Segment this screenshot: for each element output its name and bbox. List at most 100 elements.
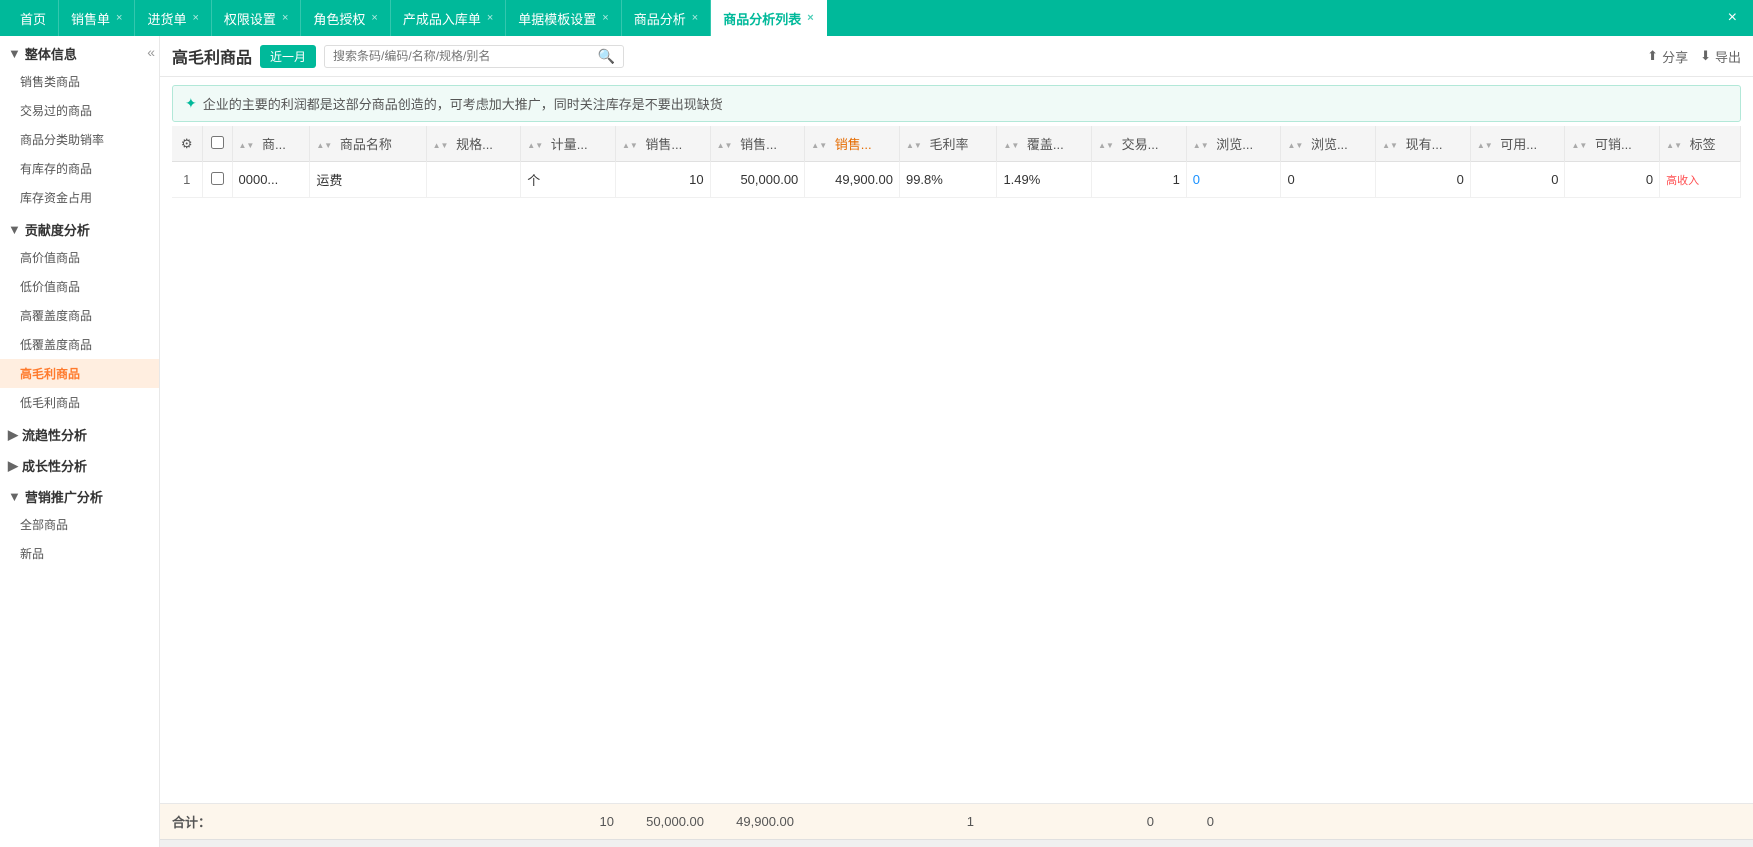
info-banner: ✦ 企业的主要的利润都是这部分商品创造的，可考虑加大推广，同时关注库存是不要出现… <box>172 85 1741 122</box>
share-icon: ⬆ <box>1647 48 1658 64</box>
sidebar-item-low-coverage[interactable]: 低覆盖度商品 <box>0 330 159 359</box>
sidebar-item-category-rate[interactable]: 商品分类助销率 <box>0 125 159 154</box>
sidebar-group-contribution[interactable]: ▼ 贡献度分析 <box>0 212 159 243</box>
nav-tab-product-inbound[interactable]: 产成品入库单 × <box>391 0 506 36</box>
window-close-btn[interactable]: × <box>1720 9 1745 27</box>
sidebar-group-trend[interactable]: ▶ 流趋性分析 <box>0 417 159 448</box>
row-coverage: 1.49% <box>997 162 1092 198</box>
col-sales-qty[interactable]: ▲▼ 销售... <box>615 126 710 162</box>
sidebar-item-stock-capital[interactable]: 库存资金占用 <box>0 183 159 212</box>
close-role-tab[interactable]: × <box>371 12 377 24</box>
col-sales-amount[interactable]: ▲▼ 销售... <box>710 126 805 162</box>
sort-coverage-icon: ▲▼ <box>1003 141 1019 150</box>
close-purchase-tab[interactable]: × <box>192 12 198 24</box>
close-product-inbound-tab[interactable]: × <box>487 12 493 24</box>
sort-view2-icon: ▲▼ <box>1287 141 1303 150</box>
sort-transaction-icon: ▲▼ <box>1098 141 1114 150</box>
sidebar-item-new-goods[interactable]: 新品 <box>0 539 159 568</box>
sidebar-item-low-value[interactable]: 低价值商品 <box>0 272 159 301</box>
select-all-checkbox[interactable] <box>211 136 224 149</box>
sort-gross-margin-icon: ▲▼ <box>906 141 922 150</box>
sort-unit-icon: ▲▼ <box>527 141 543 150</box>
footer-sales-amount: 50,000.00 <box>620 814 710 829</box>
content-header: 高毛利商品 近一月 🔍 ⬆ 分享 ⬇ 导出 <box>160 36 1753 77</box>
col-available-stock[interactable]: ▲▼ 可用... <box>1470 126 1565 162</box>
top-nav: 首页 销售单 × 进货单 × 权限设置 × 角色授权 × 产成品入库单 × 单据… <box>0 0 1753 36</box>
col-code[interactable]: ▲▼ 商... <box>232 126 310 162</box>
col-view1[interactable]: ▲▼ 浏览... <box>1186 126 1281 162</box>
row-sales-cost: 49,900.00 <box>805 162 900 198</box>
row-spec <box>426 162 521 198</box>
col-tag[interactable]: ▲▼ 标签 <box>1660 126 1741 162</box>
col-coverage[interactable]: ▲▼ 覆盖... <box>997 126 1092 162</box>
close-analysis-list-tab[interactable]: × <box>807 12 813 24</box>
growth-arrow-icon: ▶ <box>8 458 18 474</box>
col-checkbox <box>202 126 232 162</box>
footer-sales-qty: 10 <box>570 814 620 829</box>
close-permission-tab[interactable]: × <box>282 12 288 24</box>
sidebar-group-overview[interactable]: ▼ 整体信息 <box>0 36 159 67</box>
sort-available-stock-icon: ▲▼ <box>1477 141 1493 150</box>
row-sales-amount: 50,000.00 <box>710 162 805 198</box>
sidebar-item-traded-goods[interactable]: 交易过的商品 <box>0 96 159 125</box>
col-view2[interactable]: ▲▼ 浏览... <box>1281 126 1376 162</box>
col-name[interactable]: ▲▼ 商品名称 <box>310 126 426 162</box>
col-settings[interactable]: ⚙ <box>172 126 202 162</box>
row-view1[interactable]: 0 <box>1186 162 1281 198</box>
nav-tab-role[interactable]: 角色授权 × <box>301 0 390 36</box>
nav-tab-permission[interactable]: 权限设置 × <box>212 0 301 36</box>
row-unit: 个 <box>521 162 616 198</box>
nav-tab-sales[interactable]: 销售单 × <box>59 0 135 36</box>
sort-current-stock-icon: ▲▼ <box>1382 141 1398 150</box>
period-button[interactable]: 近一月 <box>260 45 316 68</box>
col-current-stock[interactable]: ▲▼ 现有... <box>1376 126 1471 162</box>
bottom-scrollbar[interactable] <box>160 839 1753 847</box>
nav-tab-analysis[interactable]: 商品分析 × <box>622 0 711 36</box>
search-input[interactable] <box>333 49 598 63</box>
nav-tab-template[interactable]: 单据模板设置 × <box>506 0 621 36</box>
export-icon: ⬇ <box>1700 48 1711 64</box>
col-spec[interactable]: ▲▼ 规格... <box>426 126 521 162</box>
sort-sales-qty-icon: ▲▼ <box>622 141 638 150</box>
sidebar-group-growth[interactable]: ▶ 成长性分析 <box>0 448 159 479</box>
row-view2: 0 <box>1281 162 1376 198</box>
close-template-tab[interactable]: × <box>602 12 608 24</box>
sidebar-item-all-goods[interactable]: 全部商品 <box>0 510 159 539</box>
share-button[interactable]: ⬆ 分享 <box>1647 47 1688 66</box>
col-gross-margin[interactable]: ▲▼ 毛利率 <box>899 126 996 162</box>
col-sales-cost[interactable]: ▲▼ 销售... <box>805 126 900 162</box>
close-analysis-tab[interactable]: × <box>692 12 698 24</box>
table-header-row: ⚙ ▲▼ 商... ▲▼ 商品名称 <box>172 126 1741 162</box>
overview-arrow-icon: ▼ <box>8 46 21 61</box>
col-transaction[interactable]: ▲▼ 交易... <box>1092 126 1187 162</box>
nav-tab-analysis-list[interactable]: 商品分析列表 × <box>711 0 826 36</box>
row-saleable-stock: 0 <box>1565 162 1660 198</box>
table-wrapper: ⚙ ▲▼ 商... ▲▼ 商品名称 <box>160 126 1753 803</box>
col-saleable-stock[interactable]: ▲▼ 可销... <box>1565 126 1660 162</box>
contribution-arrow-icon: ▼ <box>8 222 21 237</box>
sidebar-group-marketing[interactable]: ▼ 营销推广分析 <box>0 479 159 510</box>
sidebar-collapse-button[interactable]: « <box>147 44 155 60</box>
page-title: 高毛利商品 <box>172 44 252 68</box>
footer-current-stock: 0 <box>1100 814 1160 829</box>
search-icon[interactable]: 🔍 <box>598 48 615 65</box>
sidebar-item-stocked-goods[interactable]: 有库存的商品 <box>0 154 159 183</box>
col-unit[interactable]: ▲▼ 计量... <box>521 126 616 162</box>
sidebar-item-sales-goods[interactable]: 销售类商品 <box>0 67 159 96</box>
footer-transaction: 1 <box>920 814 980 829</box>
sort-sales-cost-icon: ▲▼ <box>811 141 827 150</box>
close-sales-tab[interactable]: × <box>116 12 122 24</box>
row-current-stock: 0 <box>1376 162 1471 198</box>
nav-tab-purchase[interactable]: 进货单 × <box>135 0 211 36</box>
sidebar-item-high-margin[interactable]: 高毛利商品 <box>0 359 159 388</box>
trend-arrow-icon: ▶ <box>8 427 18 443</box>
data-table: ⚙ ▲▼ 商... ▲▼ 商品名称 <box>172 126 1741 198</box>
export-button[interactable]: ⬇ 导出 <box>1700 47 1741 66</box>
sidebar-item-high-coverage[interactable]: 高覆盖度商品 <box>0 301 159 330</box>
sidebar-item-low-margin[interactable]: 低毛利商品 <box>0 388 159 417</box>
sidebar-item-high-value[interactable]: 高价值商品 <box>0 243 159 272</box>
nav-tab-home[interactable]: 首页 <box>8 0 59 36</box>
sort-name-icon: ▲▼ <box>316 141 332 150</box>
row-checkbox[interactable] <box>211 172 224 185</box>
row-code: 0000... <box>232 162 310 198</box>
